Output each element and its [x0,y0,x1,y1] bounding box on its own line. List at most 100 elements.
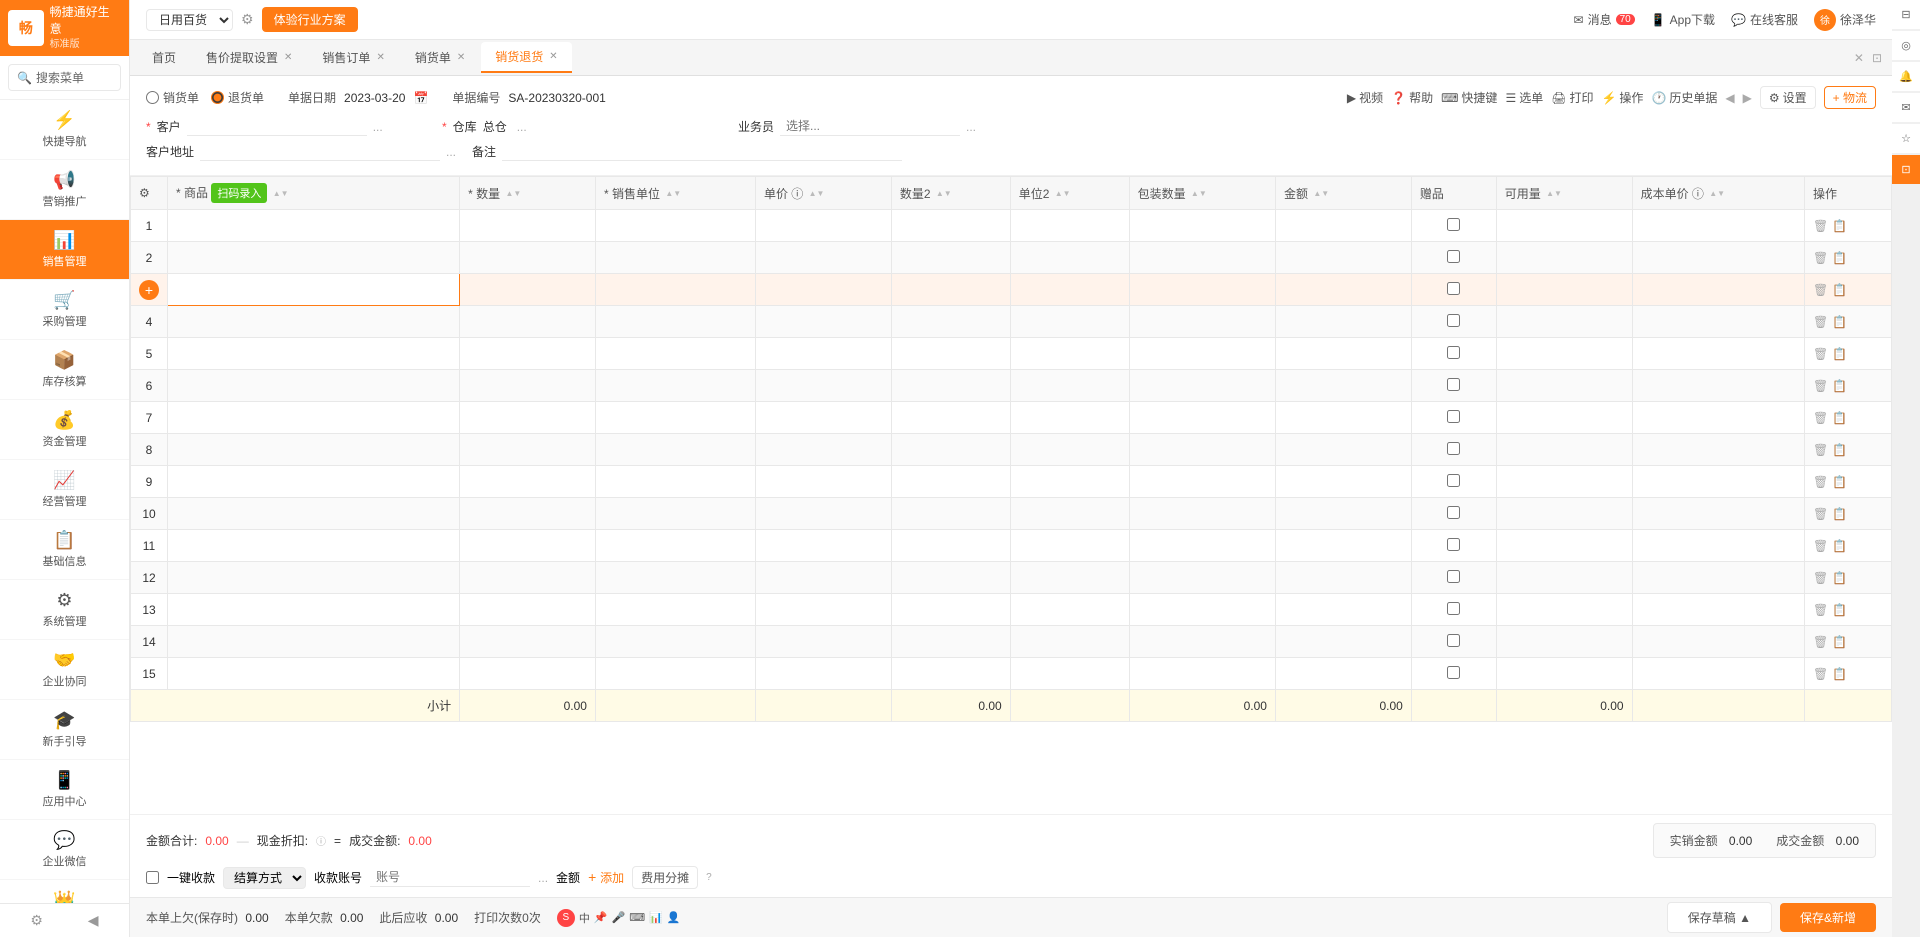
quantity2-cell-1[interactable] [891,210,1010,242]
quantity-cell-1[interactable] [460,210,596,242]
note-input[interactable] [502,142,902,161]
radio-delivery-input[interactable] [146,91,159,104]
delete-row-11-button[interactable]: 🗑 [1813,539,1828,553]
copy-row-4-button[interactable]: 📋 [1832,315,1847,329]
delete-row-1-button[interactable]: 🗑 [1813,219,1828,233]
amount-cell-1[interactable] [1275,210,1411,242]
shortcut-button[interactable]: ⌨ 快捷键 [1441,89,1497,106]
address-input[interactable] [200,142,440,161]
search-menu-button[interactable]: 🔍 搜索菜单 [8,64,121,91]
delete-row-14-button[interactable]: 🗑 [1813,635,1828,649]
unit2-sort[interactable]: ▲▼ [1055,190,1071,198]
sidebar-item-app-center[interactable]: 📱 应用中心 [0,760,129,820]
tab-home[interactable]: 首页 [138,43,190,72]
radio-delivery[interactable]: 销货单 [146,89,199,106]
gift-checkbox-2[interactable] [1447,250,1460,263]
cost-price-cell-3[interactable] [1632,274,1804,306]
print-button[interactable]: 🖨 打印 [1551,89,1593,106]
delete-row-13-button[interactable]: 🗑 [1813,603,1828,617]
sidebar-item-quick-nav[interactable]: ⚡ 快捷导航 [0,100,129,160]
radio-return[interactable]: 退货单 [211,89,264,106]
date-picker-button[interactable]: 📅 [413,91,428,105]
close-price-setting-tab[interactable]: ✕ [284,52,292,63]
collapse-button[interactable]: ◀ [88,912,99,929]
delete-row-3-button[interactable]: 🗑 [1813,283,1828,297]
copy-row-14-button[interactable]: 📋 [1832,635,1847,649]
unit-price-cell-1[interactable] [755,210,891,242]
copy-row-12-button[interactable]: 📋 [1832,571,1847,585]
delete-row-8-button[interactable]: 🗑 [1813,443,1828,457]
salesperson-select-dots[interactable]: ... [966,120,976,134]
available-cell-1[interactable] [1496,210,1632,242]
copy-row-11-button[interactable]: 📋 [1832,539,1847,553]
copy-row-10-button[interactable]: 📋 [1832,507,1847,521]
settings-button[interactable]: ⚙ 设置 [1760,86,1816,109]
unit-price-sort[interactable]: ▲▼ [809,190,825,198]
select-bill-button[interactable]: ☰ 选单 [1505,89,1543,106]
product-sort[interactable]: ▲▼ [273,190,289,198]
help-button[interactable]: ❓ 帮助 [1391,89,1433,106]
copy-row-2-button[interactable]: 📋 [1832,251,1847,265]
delete-row-10-button[interactable]: 🗑 [1813,507,1828,521]
sales-unit-cell-3[interactable] [595,274,755,306]
sidebar-item-operations[interactable]: 📈 经营管理 [0,460,129,520]
rfp-btn-1[interactable]: ⊟ [1892,0,1920,30]
delete-row-15-button[interactable]: 🗑 [1813,667,1828,681]
cost-price-sort[interactable]: ▲▼ [1709,190,1725,198]
fee-split-button[interactable]: 费用分摊 [632,866,698,889]
quantity2-sort[interactable]: ▲▼ [936,190,952,198]
rfp-btn-3[interactable]: 🔔 [1892,62,1920,92]
sidebar-item-sales[interactable]: 📊 销售管理 [0,220,129,280]
rfp-btn-6[interactable]: ⊡ [1892,155,1920,185]
industry-select[interactable]: 日用百货 [146,9,233,31]
experience-button[interactable]: 体验行业方案 [262,7,358,32]
copy-row-15-button[interactable]: 📋 [1832,667,1847,681]
product-cell-1[interactable] [168,210,460,242]
sales-unit-cell-2[interactable] [595,242,755,274]
copy-row-13-button[interactable]: 📋 [1832,603,1847,617]
operate-button[interactable]: ⚡ 操作 [1601,89,1643,106]
sidebar-item-purchase[interactable]: 🛒 采购管理 [0,280,129,340]
pack-qty-cell-3[interactable] [1129,274,1275,306]
calc-method-select[interactable]: 结算方式 [223,867,306,889]
product-input-3[interactable] [176,283,451,297]
unit2-cell-3[interactable] [1010,274,1129,306]
settings-bottom-button[interactable]: ⚙ [30,912,43,929]
scan-input-button[interactable]: 扫码录入 [211,183,267,203]
address-select-dots[interactable]: ... [446,145,456,159]
message-button[interactable]: ✉ 消息 70 [1574,11,1635,28]
product-cell-3[interactable] [168,274,460,306]
pack-qty-cell-2[interactable] [1129,242,1275,274]
delete-row-9-button[interactable]: 🗑 [1813,475,1828,489]
quantity2-cell-3[interactable] [891,274,1010,306]
account-input[interactable] [370,868,530,887]
topbar-gear-button[interactable]: ⚙ [241,11,254,28]
app-download-button[interactable]: 📱 App下载 [1651,11,1715,28]
delete-row-12-button[interactable]: 🗑 [1813,571,1828,585]
unit2-cell-1[interactable] [1010,210,1129,242]
copy-row-3-button[interactable]: 📋 [1832,283,1847,297]
quantity-cell-3[interactable] [460,274,596,306]
rfp-btn-5[interactable]: ☆ [1892,124,1920,154]
gift-checkbox-1[interactable] [1447,218,1460,231]
sidebar-item-system[interactable]: ⚙ 系统管理 [0,580,129,640]
quantity-sort[interactable]: ▲▼ [505,190,521,198]
close-tab-button[interactable]: ✕ [1852,49,1866,67]
quantity-cell-2[interactable] [460,242,596,274]
tab-sales-return[interactable]: 销货退货 ✕ [481,42,571,73]
delete-row-2-button[interactable]: 🗑 [1813,251,1828,265]
unit-price-cell-3[interactable] [755,274,891,306]
available-sort[interactable]: ▲▼ [1546,190,1562,198]
history-bills-button[interactable]: 🕐 历史单据 [1651,89,1717,106]
available-cell-3[interactable] [1496,274,1632,306]
close-sales-return-tab[interactable]: ✕ [549,51,557,62]
unit2-cell-2[interactable] [1010,242,1129,274]
online-service-button[interactable]: 💬 在线客服 [1731,11,1798,28]
sidebar-item-collab[interactable]: 🤝 企业协同 [0,640,129,700]
unit-price-cell-2[interactable] [755,242,891,274]
copy-row-9-button[interactable]: 📋 [1832,475,1847,489]
tab-price-setting[interactable]: 售价提取设置 ✕ [192,43,306,72]
tab-delivery[interactable]: 销货单 ✕ [401,43,479,72]
discount-help-icon[interactable]: ⓘ [316,833,326,848]
gift-checkbox-3[interactable] [1447,282,1460,295]
